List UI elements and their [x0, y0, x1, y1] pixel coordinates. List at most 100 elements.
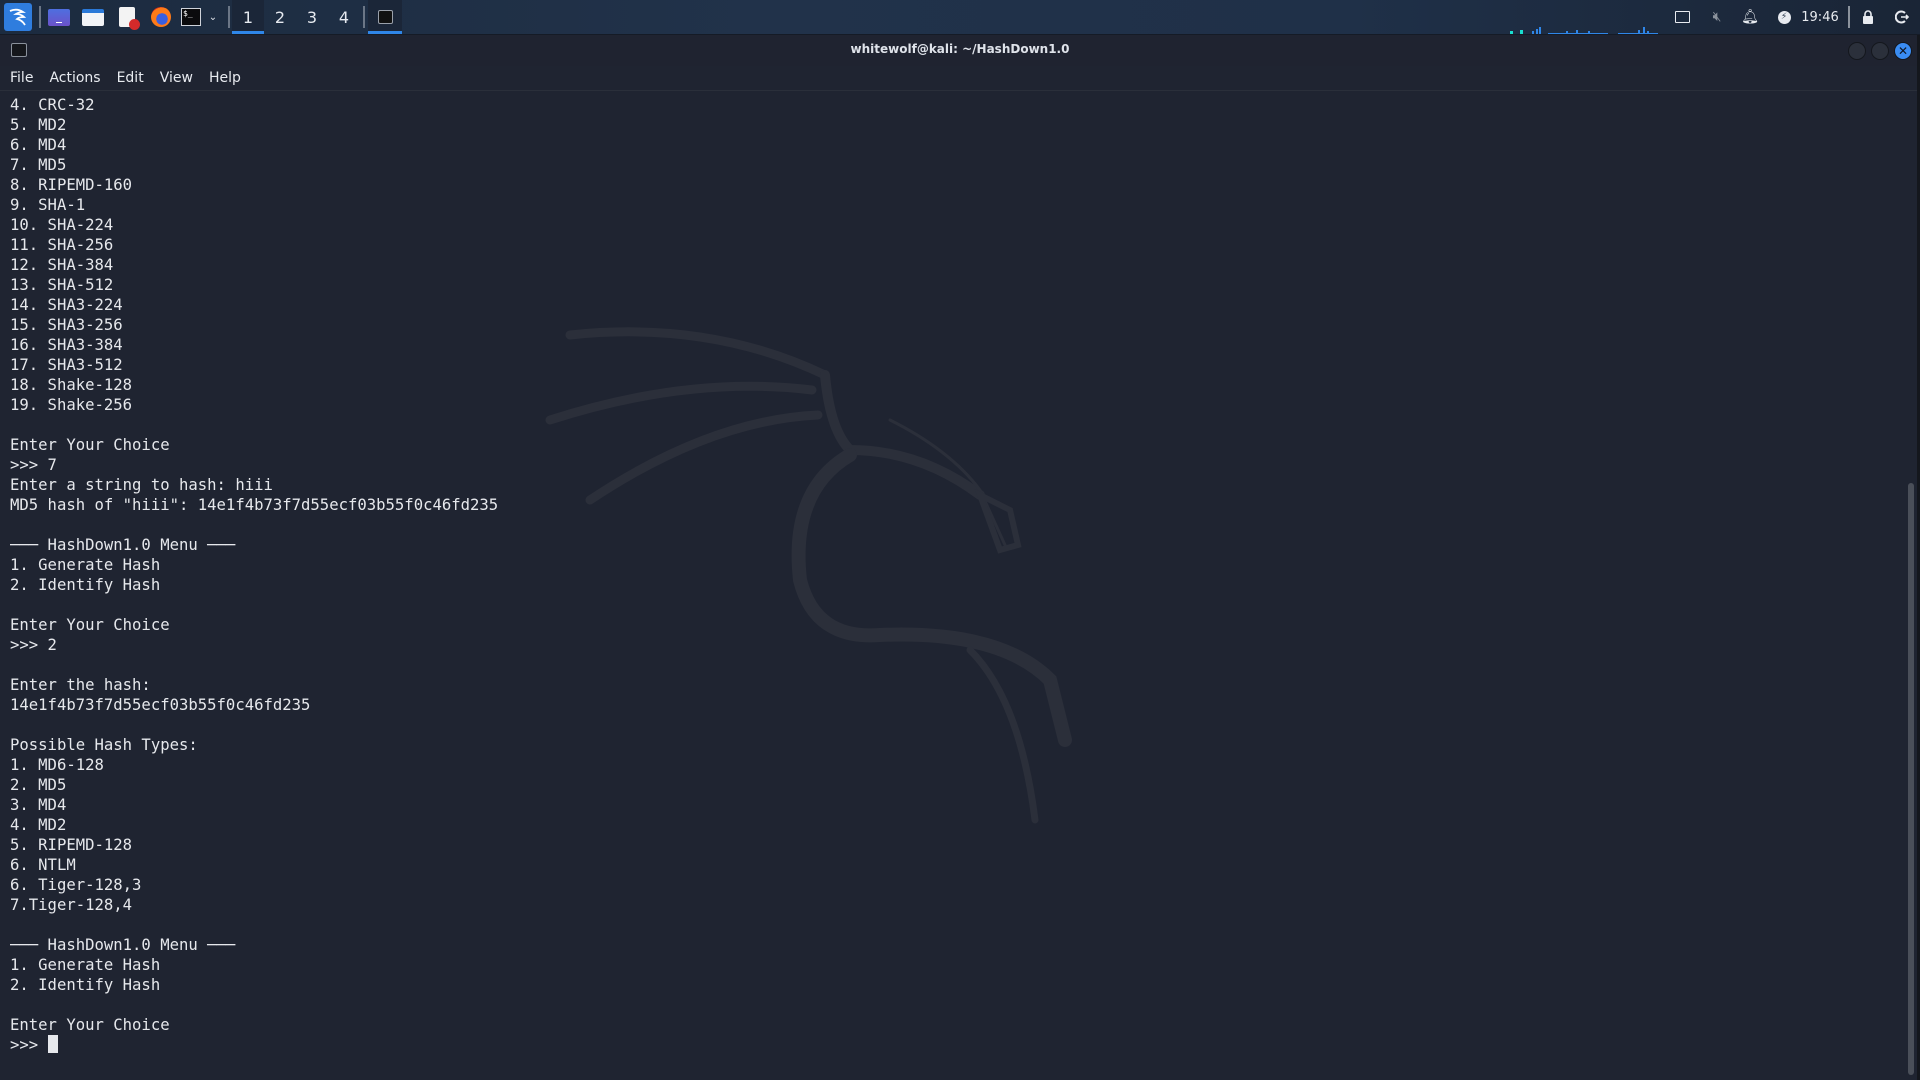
- terminal-line: MD5 hash of "hiii": 14e1f4b73f7d55ecf03b…: [10, 496, 499, 514]
- menu-file[interactable]: File: [10, 70, 33, 86]
- logout-button[interactable]: [1892, 0, 1912, 34]
- terminal-line: 1. Generate Hash: [10, 956, 161, 974]
- terminal-line: 2. Identify Hash: [10, 976, 161, 994]
- menu-bar: File Actions Edit View Help: [0, 66, 1920, 91]
- firefox-icon: [151, 7, 171, 27]
- terminal-line: 5. MD2: [10, 116, 67, 134]
- terminal-line: 3. MD4: [10, 796, 67, 814]
- lock-icon: [1863, 10, 1873, 24]
- bell-icon: 🔔︎: [1741, 9, 1759, 25]
- taskbar-separator: [1848, 6, 1850, 28]
- lock-screen-button[interactable]: [1858, 0, 1878, 34]
- taskbar-separator: [363, 6, 365, 28]
- desktop-icon: [48, 8, 70, 26]
- terminal-output[interactable]: 4. CRC-32 5. MD2 6. MD4 7. MD5 8. RIPEMD-160…: [10, 95, 1890, 1080]
- terminal-line: ─── HashDown1.0 Menu ───: [10, 536, 236, 554]
- terminal-line: 7. MD5: [10, 156, 67, 174]
- terminal-launcher-button[interactable]: $_: [180, 0, 202, 34]
- taskbar-window-terminal[interactable]: [368, 0, 402, 34]
- clock-time: 19:46: [1801, 9, 1839, 25]
- menu-edit[interactable]: Edit: [117, 70, 144, 86]
- terminal-line: ─── HashDown1.0 Menu ───: [10, 936, 236, 954]
- text-editor-button[interactable]: [114, 0, 140, 34]
- minimize-button[interactable]: [1848, 42, 1866, 60]
- workspace-2[interactable]: 2: [264, 0, 296, 34]
- terminal-line: 6. NTLM: [10, 856, 76, 874]
- kali-dragon-icon: [9, 8, 27, 26]
- terminal-line: 6. Tiger-128,3: [10, 876, 142, 894]
- terminal-icon: $_: [181, 8, 201, 26]
- taskbar-separator: [39, 6, 41, 28]
- logout-icon: [1895, 10, 1909, 24]
- workspace-1[interactable]: 1: [232, 0, 264, 34]
- power-manager-button[interactable]: ⚡︎: [1774, 0, 1794, 34]
- terminal-line: Enter a string to hash: hiii: [10, 476, 273, 494]
- kali-menu-button[interactable]: [4, 3, 32, 31]
- network-icon: [1674, 11, 1690, 23]
- clock[interactable]: 19:46: [1800, 0, 1840, 34]
- show-desktop-button[interactable]: [46, 0, 72, 34]
- terminal-window: whitewolf@kali: ~/HashDown1.0 ✕ File Act…: [0, 35, 1920, 1080]
- terminal-line: 5. RIPEMD-128: [10, 836, 133, 854]
- workspace-4[interactable]: 4: [328, 0, 360, 34]
- network-activity-graph: [1510, 27, 1658, 34]
- terminal-line: 4. MD2: [10, 816, 67, 834]
- menu-view[interactable]: View: [160, 70, 193, 86]
- terminal-line: 19. Shake-256: [10, 396, 133, 414]
- terminal-line: 10. SHA-224: [10, 216, 114, 234]
- terminal-line: Possible Hash Types:: [10, 736, 198, 754]
- workspace-3[interactable]: 3: [296, 0, 328, 34]
- menu-help[interactable]: Help: [209, 70, 241, 86]
- terminal-line: 14. SHA3-224: [10, 296, 123, 314]
- terminal-window-icon: [377, 10, 393, 24]
- notifications-button[interactable]: 🔔︎: [1740, 0, 1760, 34]
- terminal-prompt-line[interactable]: >>>: [10, 1035, 1890, 1055]
- taskbar-separator: [228, 6, 230, 28]
- text-cursor: [47, 1035, 58, 1053]
- terminal-line: 1. MD6-128: [10, 756, 104, 774]
- maximize-button[interactable]: [1871, 42, 1889, 60]
- volume-muted-icon: 🔇︎: [1712, 9, 1722, 25]
- close-button[interactable]: ✕: [1894, 42, 1912, 60]
- window-titlebar[interactable]: whitewolf@kali: ~/HashDown1.0 ✕: [0, 35, 1920, 66]
- terminal-line: 2. Identify Hash: [10, 576, 161, 594]
- menu-actions[interactable]: Actions: [49, 70, 100, 86]
- volume-button[interactable]: 🔇︎: [1706, 0, 1728, 34]
- terminal-line: 13. SHA-512: [10, 276, 114, 294]
- terminal-line: 1. Generate Hash: [10, 556, 161, 574]
- launcher-dropdown-chevron-icon[interactable]: ⌄: [206, 0, 220, 34]
- workspace-label: 3: [306, 7, 318, 27]
- terminal-line: Enter the hash:: [10, 676, 151, 694]
- terminal-scrollbar[interactable]: [1908, 483, 1914, 1075]
- terminal-line: 17. SHA3-512: [10, 356, 123, 374]
- workspace-label: 2: [274, 7, 286, 27]
- terminal-line: >>> 7: [10, 456, 57, 474]
- prompt: >>>: [10, 1036, 48, 1054]
- terminal-line: 9. SHA-1: [10, 196, 86, 214]
- terminal-line: Enter Your Choice: [10, 436, 170, 454]
- terminal-line: 4. CRC-32: [10, 96, 95, 114]
- terminal-line: Enter Your Choice: [10, 616, 170, 634]
- taskbar: $_ ⌄ 1 2 3 4 🔇︎ 🔔︎ ⚡︎ 19:46: [0, 0, 1920, 35]
- terminal-line: 18. Shake-128: [10, 376, 133, 394]
- workspace-label: 4: [338, 7, 350, 27]
- folder-icon: [82, 8, 104, 26]
- terminal-line: 14e1f4b73f7d55ecf03b55f0c46fd235: [10, 696, 311, 714]
- network-button[interactable]: [1672, 0, 1692, 34]
- window-title: whitewolf@kali: ~/HashDown1.0: [850, 42, 1070, 56]
- terminal-line: 12. SHA-384: [10, 256, 114, 274]
- firefox-button[interactable]: [148, 0, 174, 34]
- terminal-line: 6. MD4: [10, 136, 67, 154]
- terminal-line: >>> 2: [10, 636, 57, 654]
- terminal-line: 16. SHA3-384: [10, 336, 123, 354]
- text-editor-icon: [119, 7, 140, 30]
- file-manager-button[interactable]: [80, 0, 106, 34]
- terminal-line: 2. MD5: [10, 776, 67, 794]
